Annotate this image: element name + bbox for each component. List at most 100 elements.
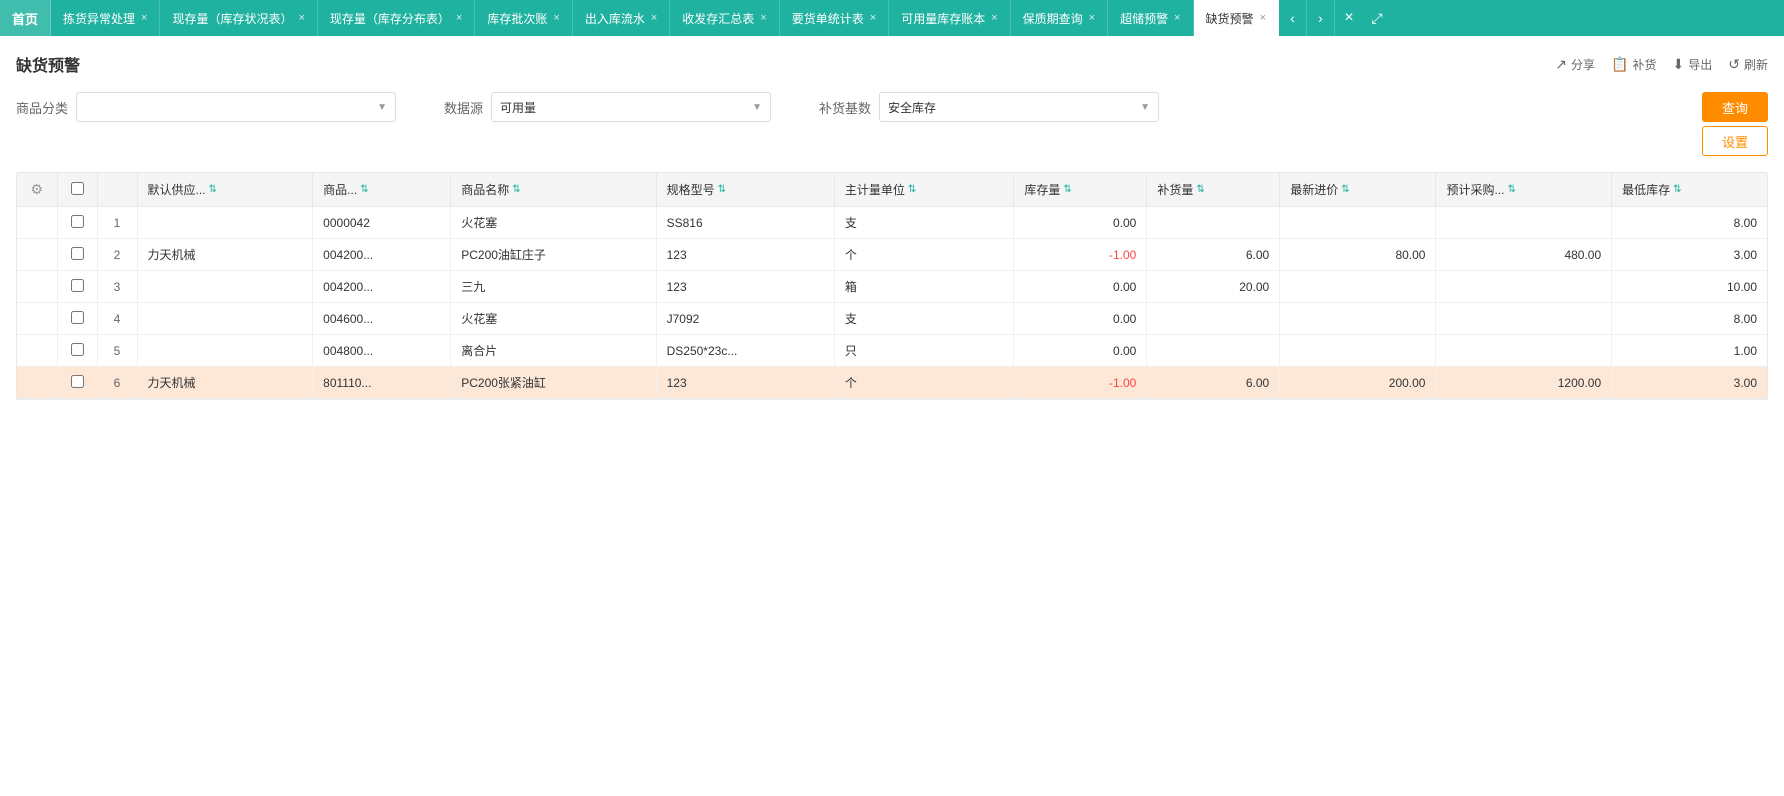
td-checkbox-0[interactable] — [57, 207, 97, 239]
header-actions: ↗ 分享 📋 补货 ⬇ 导出 ↺ 刷新 — [1555, 56, 1768, 73]
category-label: 商品分类 — [16, 98, 68, 117]
td-product-name-2: 三九 — [451, 271, 656, 303]
td-unit-0: 支 — [834, 207, 1014, 239]
td-min-stock-5: 3.00 — [1612, 367, 1767, 399]
td-checkbox-2[interactable] — [57, 271, 97, 303]
share-button[interactable]: ↗ 分享 — [1555, 56, 1595, 73]
category-select[interactable]: ▼ — [76, 92, 396, 122]
tab-inventory-dist[interactable]: 现存量（库存分布表） × — [318, 0, 475, 36]
tab-available-ledger[interactable]: 可用量库存账本 × — [889, 0, 1010, 36]
datasource-select[interactable]: 可用量 ▼ — [491, 92, 771, 122]
row-checkbox-1[interactable] — [71, 247, 84, 260]
tab-abnormal-close[interactable]: × — [141, 12, 147, 24]
tab-available-ledger-close[interactable]: × — [991, 12, 997, 24]
tab-next-btn[interactable]: › — [1307, 0, 1335, 36]
export-button[interactable]: ⬇ 导出 — [1673, 56, 1713, 73]
tab-batch-account[interactable]: 库存批次账 × — [475, 0, 572, 36]
row-checkbox-3[interactable] — [71, 311, 84, 324]
tab-collect-summary[interactable]: 收发存汇总表 × — [670, 0, 779, 36]
th-default-supplier[interactable]: 默认供应... ⇅ — [137, 173, 313, 207]
th-product-code-label: 商品... — [323, 181, 357, 198]
refresh-icon: ↺ — [1728, 56, 1740, 73]
table-body: 1 0000042 火花塞 SS816 支 0.00 8.00 2 力天机械 0… — [17, 207, 1767, 399]
td-settings-1 — [17, 239, 57, 271]
td-default-supplier-5: 力天机械 — [137, 367, 313, 399]
replenish-base-label: 补货基数 — [819, 98, 871, 117]
row-checkbox-5[interactable] — [71, 375, 84, 388]
td-replenish-qty-2: 20.00 — [1147, 271, 1280, 303]
share-icon: ↗ — [1555, 56, 1567, 73]
share-label: 分享 — [1571, 56, 1595, 73]
th-unit[interactable]: 主计量单位 ⇅ — [834, 173, 1014, 207]
tab-inventory-dist-close[interactable]: × — [456, 12, 462, 24]
td-replenish-qty-5: 6.00 — [1147, 367, 1280, 399]
td-spec-model-4: DS250*23c... — [656, 335, 834, 367]
td-min-stock-1: 3.00 — [1612, 239, 1767, 271]
td-checkbox-1[interactable] — [57, 239, 97, 271]
replenish-button[interactable]: 📋 补货 — [1611, 56, 1656, 73]
sort-icon-unit: ⇅ — [908, 184, 916, 195]
td-product-code-3: 004600... — [313, 303, 451, 335]
tab-collect-summary-label: 收发存汇总表 — [682, 10, 754, 27]
tab-close-all-btn[interactable]: × — [1335, 0, 1363, 36]
tab-overstock-warning[interactable]: 超储预警 × — [1108, 0, 1193, 36]
tab-maximize-btn[interactable]: ⤢ — [1363, 0, 1391, 36]
sort-icon-product-name: ⇅ — [512, 184, 520, 195]
td-checkbox-3[interactable] — [57, 303, 97, 335]
td-latest-price-1: 80.00 — [1280, 239, 1436, 271]
sort-icon-spec-model: ⇅ — [718, 184, 726, 195]
td-settings-0 — [17, 207, 57, 239]
th-min-stock[interactable]: 最低库存 ⇅ — [1612, 173, 1767, 207]
tab-expiry-query[interactable]: 保质期查询 × — [1011, 0, 1108, 36]
tab-inout-flow-close[interactable]: × — [651, 12, 657, 24]
td-checkbox-4[interactable] — [57, 335, 97, 367]
td-latest-price-0 — [1280, 207, 1436, 239]
tab-order-stats[interactable]: 要货单统计表 × — [780, 0, 889, 36]
td-rownum-5: 6 — [97, 367, 137, 399]
refresh-label: 刷新 — [1744, 56, 1768, 73]
tab-home[interactable]: 首页 — [0, 0, 51, 36]
replenish-icon: 📋 — [1611, 56, 1628, 73]
th-checkbox — [57, 173, 97, 207]
query-button[interactable]: 查询 — [1702, 92, 1768, 122]
td-unit-3: 支 — [834, 303, 1014, 335]
tab-batch-account-close[interactable]: × — [553, 12, 559, 24]
th-stock-qty[interactable]: 库存量 ⇅ — [1014, 173, 1147, 207]
tab-order-stats-close[interactable]: × — [870, 12, 876, 24]
th-settings: ⚙ — [17, 173, 57, 207]
tab-collect-summary-close[interactable]: × — [760, 12, 766, 24]
row-checkbox-0[interactable] — [71, 215, 84, 228]
th-replenish-qty[interactable]: 补货量 ⇅ — [1147, 173, 1280, 207]
th-est-purchase[interactable]: 预计采购... ⇅ — [1436, 173, 1612, 207]
data-table: ⚙ 默认供应... ⇅ 商品.. — [17, 173, 1767, 399]
tab-inventory-status[interactable]: 现存量（库存状况表） × — [160, 0, 317, 36]
td-est-purchase-3 — [1436, 303, 1612, 335]
row-checkbox-4[interactable] — [71, 343, 84, 356]
replenish-base-select[interactable]: 安全库存 ▼ — [879, 92, 1159, 122]
tab-prev-btn[interactable]: ‹ — [1279, 0, 1307, 36]
th-product-code[interactable]: 商品... ⇅ — [313, 173, 451, 207]
gear-icon[interactable]: ⚙ — [30, 181, 43, 198]
td-spec-model-2: 123 — [656, 271, 834, 303]
th-rownum — [97, 173, 137, 207]
tab-inout-flow[interactable]: 出入库流水 × — [573, 0, 670, 36]
category-chevron-icon: ▼ — [377, 102, 387, 113]
td-spec-model-1: 123 — [656, 239, 834, 271]
settings-button[interactable]: 设置 — [1702, 126, 1768, 156]
td-checkbox-5[interactable] — [57, 367, 97, 399]
td-spec-model-3: J7092 — [656, 303, 834, 335]
th-spec-model[interactable]: 规格型号 ⇅ — [656, 173, 834, 207]
tab-abnormal[interactable]: 拣货异常处理 × — [51, 0, 160, 36]
th-replenish-qty-label: 补货量 — [1157, 181, 1193, 198]
select-all-checkbox[interactable] — [71, 182, 84, 195]
tab-inventory-status-close[interactable]: × — [298, 12, 304, 24]
row-checkbox-2[interactable] — [71, 279, 84, 292]
tab-shortage-warning[interactable]: 缺货预警 × — [1194, 0, 1279, 36]
tab-expiry-query-close[interactable]: × — [1089, 12, 1095, 24]
td-latest-price-5: 200.00 — [1280, 367, 1436, 399]
refresh-button[interactable]: ↺ 刷新 — [1728, 56, 1768, 73]
tab-overstock-warning-close[interactable]: × — [1174, 12, 1180, 24]
th-product-name[interactable]: 商品名称 ⇅ — [451, 173, 656, 207]
th-latest-price[interactable]: 最新进价 ⇅ — [1280, 173, 1436, 207]
tab-shortage-warning-close[interactable]: × — [1260, 12, 1266, 24]
